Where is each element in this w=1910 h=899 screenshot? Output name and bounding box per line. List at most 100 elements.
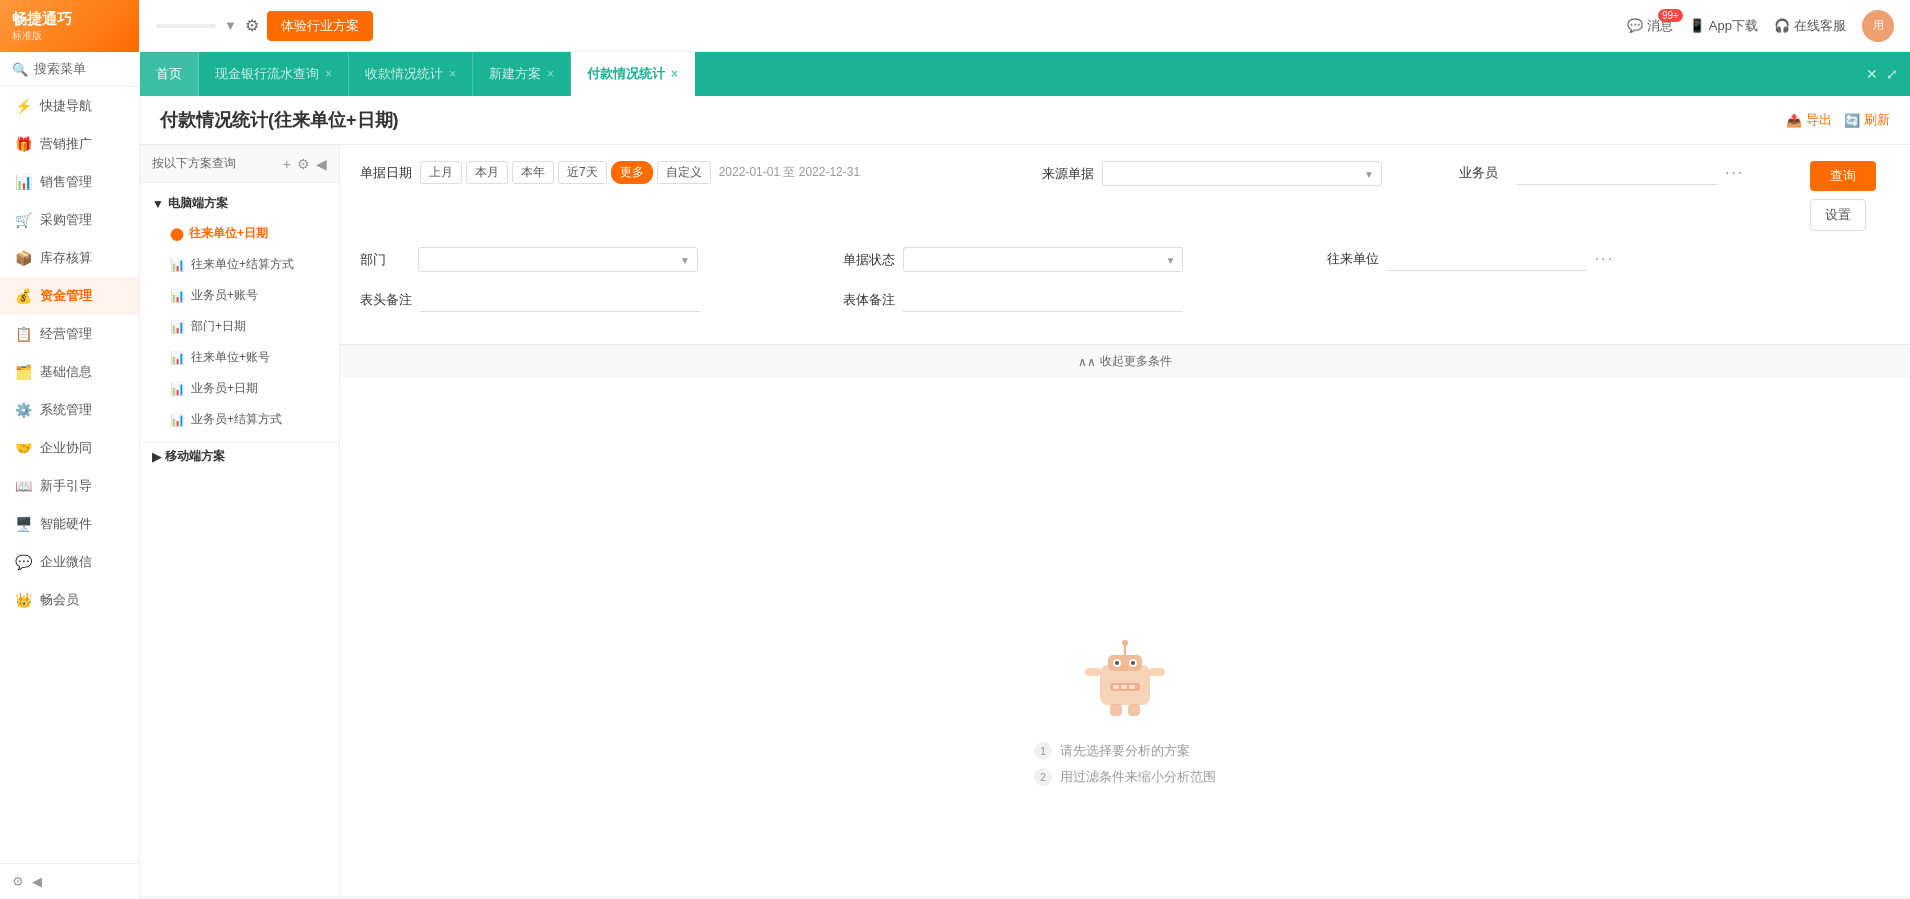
date-btn-this-year[interactable]: 本年	[512, 161, 554, 184]
expand-icon: ▼	[152, 197, 164, 211]
tab-bank-close[interactable]: ×	[325, 67, 332, 81]
sidebar-item-system[interactable]: ⚙️ 系统管理	[0, 391, 139, 429]
svg-point-11	[1122, 640, 1128, 646]
date-btn-custom[interactable]: 自定义	[657, 161, 711, 184]
sidebar-item-hardware[interactable]: 🖥️ 智能硬件	[0, 505, 139, 543]
expand-button[interactable]: ⤢	[1886, 66, 1898, 82]
collapse-panel-button[interactable]: ◀	[316, 156, 327, 172]
empty-tip-2: 2 用过滤条件来缩小分析范围	[1034, 768, 1216, 786]
message-icon: 💬	[1627, 18, 1643, 33]
svg-rect-15	[1128, 704, 1140, 716]
scheme-item-label: 业务员+账号	[191, 287, 258, 304]
svg-rect-9	[1129, 685, 1135, 689]
app-download-button[interactable]: 📱 App下载	[1689, 17, 1758, 35]
date-btn-7days[interactable]: 近7天	[558, 161, 607, 184]
footer-collapse-button[interactable]: ◀	[32, 874, 42, 889]
tab-bank[interactable]: 现金银行流水查询 ×	[199, 52, 349, 96]
mobile-section-toggle[interactable]: ▶ 移动端方案	[140, 441, 339, 471]
query-button[interactable]: 查询	[1810, 161, 1876, 191]
sidebar-item-label: 新手引导	[40, 477, 92, 495]
pc-section-toggle[interactable]: ▼ 电脑端方案	[140, 189, 339, 218]
sidebar-item-label: 营销推广	[40, 135, 92, 153]
scheme-item-unit-settlement[interactable]: 📊 往来单位+结算方式	[140, 249, 339, 280]
source-voucher-select[interactable]	[1102, 161, 1382, 186]
footer-settings-button[interactable]: ⚙	[12, 874, 24, 889]
search-label: 搜索菜单	[34, 60, 86, 78]
topbar-settings-icon[interactable]: ⚙	[245, 16, 259, 35]
tab-new-plan[interactable]: 新建方案 ×	[473, 52, 571, 96]
date-btn-this-month[interactable]: 本月	[466, 161, 508, 184]
sidebar-item-purchase[interactable]: 🛒 采购管理	[0, 201, 139, 239]
table-header-remark-input[interactable]	[420, 288, 700, 312]
tab-payment-close[interactable]: ×	[671, 67, 678, 81]
chevron-up-icon: ∧∧	[1078, 355, 1096, 369]
sidebar-item-guide[interactable]: 📖 新手引导	[0, 467, 139, 505]
date-btn-more[interactable]: 更多	[611, 161, 653, 184]
sidebar-item-sales[interactable]: 📊 销售管理	[0, 163, 139, 201]
scheme-settings-button[interactable]: ⚙	[297, 156, 310, 172]
svg-rect-7	[1113, 685, 1119, 689]
version-text: 标准版	[12, 29, 72, 43]
sidebar-item-label: 销售管理	[40, 173, 92, 191]
wechat-icon: 💬	[14, 553, 32, 571]
tab-new-plan-label: 新建方案	[489, 65, 541, 83]
add-scheme-button[interactable]: +	[283, 156, 291, 172]
scheme-item-unit-date[interactable]: ⬤ 往来单位+日期	[140, 218, 339, 249]
source-voucher-filter: 来源单据	[1042, 161, 1439, 186]
trial-button[interactable]: 体验行业方案	[267, 11, 373, 41]
basic-icon: 🗂️	[14, 363, 32, 381]
tab-payment[interactable]: 付款情况统计 ×	[571, 52, 695, 96]
sidebar-item-finance[interactable]: 💰 资金管理	[0, 277, 139, 315]
tab-new-plan-close[interactable]: ×	[547, 67, 554, 81]
sidebar-item-label: 库存核算	[40, 249, 92, 267]
collapse-more-conditions[interactable]: ∧∧ 收起更多条件	[340, 344, 1910, 378]
sidebar-logo: 畅捷通巧 标准版	[12, 10, 72, 43]
dropdown-icon[interactable]: ▼	[224, 18, 237, 33]
export-button[interactable]: 📤 导出	[1786, 111, 1832, 129]
filter-row-3: 表头备注 表体备注	[360, 288, 1890, 312]
sidebar-item-basic[interactable]: 🗂️ 基础信息	[0, 353, 139, 391]
table-header-remark-label: 表头备注	[360, 291, 412, 309]
scheme-item-unit-account[interactable]: 📊 往来单位+账号	[140, 342, 339, 373]
page-header: 付款情况统计(往来单位+日期) 📤 导出 🔄 刷新	[140, 96, 1910, 145]
table-body-remark-input[interactable]	[903, 288, 1183, 312]
sidebar-item-quick-nav[interactable]: ⚡ 快捷导航	[0, 87, 139, 125]
sidebar-item-operations[interactable]: 📋 经营管理	[0, 315, 139, 353]
voucher-status-select-wrap	[903, 247, 1183, 272]
collapse-label: 收起更多条件	[1100, 353, 1172, 370]
operations-icon: 📋	[14, 325, 32, 343]
scheme-item-label: 业务员+结算方式	[191, 411, 282, 428]
user-avatar[interactable]: 用	[1862, 10, 1894, 42]
tab-receipt-close[interactable]: ×	[449, 67, 456, 81]
date-btn-last-month[interactable]: 上月	[420, 161, 462, 184]
scheme-item-dept-date[interactable]: 📊 部门+日期	[140, 311, 339, 342]
tip-text-2: 用过滤条件来缩小分析范围	[1060, 768, 1216, 786]
counterpart-label: 往来单位	[1327, 250, 1379, 268]
tabbar-actions: ✕ ⤢	[1854, 52, 1910, 96]
salesman-ellipsis[interactable]: ···	[1725, 164, 1744, 182]
scheme-item-staff-account[interactable]: 📊 业务员+账号	[140, 280, 339, 311]
notifications-button[interactable]: 💬 消息 99+	[1627, 17, 1673, 35]
voucher-status-select[interactable]	[903, 247, 1183, 272]
close-all-button[interactable]: ✕	[1866, 66, 1878, 82]
counterpart-input[interactable]	[1387, 247, 1587, 271]
scheme-item-label: 业务员+日期	[191, 380, 258, 397]
scheme-item-staff-date[interactable]: 📊 业务员+日期	[140, 373, 339, 404]
tabbar-spacer	[695, 52, 1854, 96]
tab-home[interactable]: 首页	[140, 52, 199, 96]
refresh-button[interactable]: 🔄 刷新	[1844, 111, 1890, 129]
counterpart-ellipsis[interactable]: ···	[1595, 250, 1614, 268]
sidebar-item-label: 畅会员	[40, 591, 79, 609]
sidebar-item-member[interactable]: 👑 畅会员	[0, 581, 139, 619]
online-service-button[interactable]: 🎧 在线客服	[1774, 17, 1846, 35]
sidebar-item-marketing[interactable]: 🎁 营销推广	[0, 125, 139, 163]
department-select[interactable]	[418, 247, 698, 272]
settings-button[interactable]: 设置	[1810, 199, 1866, 231]
sidebar-item-enterprise[interactable]: 🤝 企业协同	[0, 429, 139, 467]
scheme-item-staff-settlement[interactable]: 📊 业务员+结算方式	[140, 404, 339, 435]
sidebar-item-inventory[interactable]: 📦 库存核算	[0, 239, 139, 277]
tab-receipt[interactable]: 收款情况统计 ×	[349, 52, 473, 96]
salesman-input[interactable]	[1517, 161, 1717, 185]
sidebar-item-wechat[interactable]: 💬 企业微信	[0, 543, 139, 581]
search-menu[interactable]: 🔍 搜索菜单	[0, 52, 139, 87]
